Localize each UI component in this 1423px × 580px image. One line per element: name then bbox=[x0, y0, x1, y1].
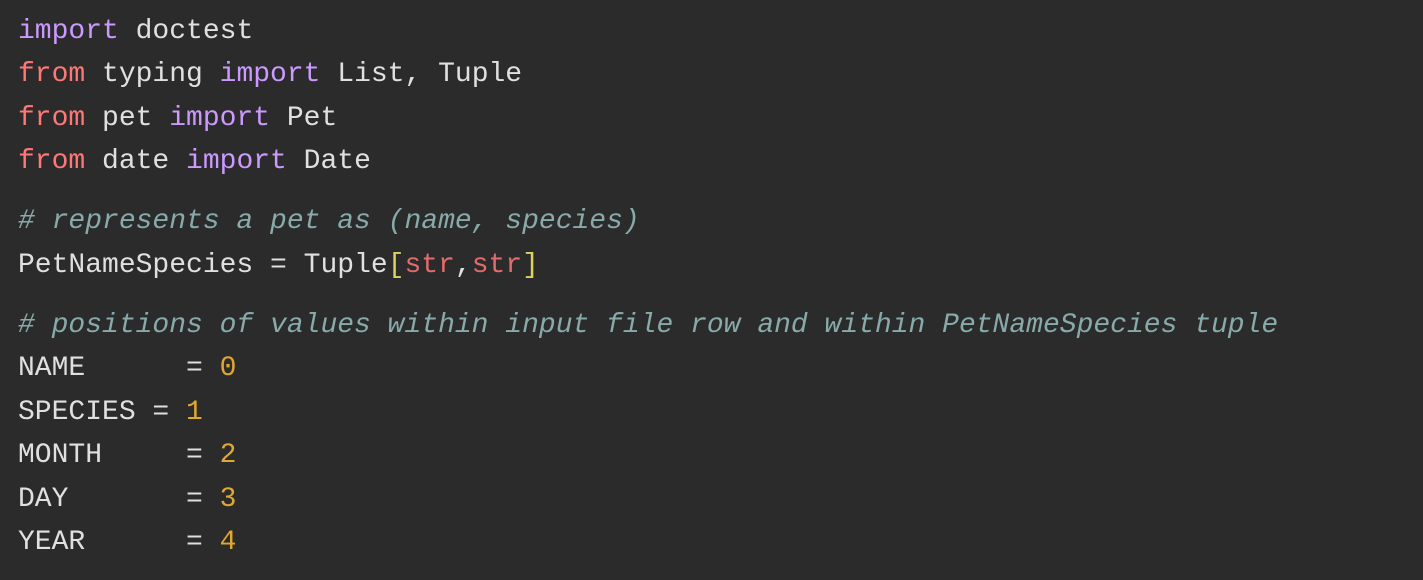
code-token: NAME bbox=[18, 353, 152, 384]
code-token: import bbox=[220, 59, 321, 90]
code-token: date bbox=[85, 146, 186, 177]
code-token: Date bbox=[287, 146, 371, 177]
code-token: import bbox=[169, 103, 270, 134]
code-token: typing bbox=[85, 59, 219, 90]
code-line bbox=[18, 287, 1405, 304]
code-line: NAME = 0 bbox=[18, 347, 1405, 390]
code-token: 4 bbox=[220, 527, 237, 558]
code-line: SPECIES = 1 bbox=[18, 391, 1405, 434]
code-editor: import doctestfrom typing import List, T… bbox=[18, 10, 1405, 564]
code-line: DAY = 3 bbox=[18, 478, 1405, 521]
code-token: 0 bbox=[220, 353, 237, 384]
code-token: 1 bbox=[186, 397, 203, 428]
code-token: from bbox=[18, 59, 85, 90]
code-token: import bbox=[18, 16, 119, 47]
code-token: YEAR bbox=[18, 527, 152, 558]
code-token: from bbox=[18, 103, 85, 134]
code-token: pet bbox=[85, 103, 169, 134]
code-token: Tuple bbox=[304, 250, 388, 281]
code-token: doctest bbox=[119, 16, 253, 47]
code-token: Pet bbox=[270, 103, 337, 134]
code-line: PetNameSpecies = Tuple[str,str] bbox=[18, 244, 1405, 287]
code-token: import bbox=[186, 146, 287, 177]
code-token: MONTH bbox=[18, 440, 152, 471]
code-token: # positions of values within input file … bbox=[18, 310, 1278, 341]
code-token: 2 bbox=[220, 440, 237, 471]
code-line: from date import Date bbox=[18, 140, 1405, 183]
code-token: str bbox=[472, 250, 522, 281]
code-token: PetNameSpecies bbox=[18, 250, 253, 281]
code-token: = bbox=[152, 353, 219, 384]
code-line bbox=[18, 184, 1405, 201]
code-line: from typing import List, Tuple bbox=[18, 53, 1405, 96]
code-token: ] bbox=[522, 250, 539, 281]
code-token: = bbox=[152, 484, 219, 515]
code-token: , bbox=[455, 250, 472, 281]
code-token: = bbox=[152, 440, 219, 471]
code-token: [ bbox=[388, 250, 405, 281]
code-token: SPECIES bbox=[18, 397, 152, 428]
code-line: # positions of values within input file … bbox=[18, 304, 1405, 347]
code-token: = bbox=[152, 527, 219, 558]
code-token: List, Tuple bbox=[320, 59, 522, 90]
code-line: YEAR = 4 bbox=[18, 521, 1405, 564]
code-line: import doctest bbox=[18, 10, 1405, 53]
code-line: MONTH = 2 bbox=[18, 434, 1405, 477]
code-token: str bbox=[405, 250, 455, 281]
code-token: 3 bbox=[220, 484, 237, 515]
code-token: # represents a pet as (name, species) bbox=[18, 206, 640, 237]
code-token: = bbox=[152, 397, 186, 428]
code-token: from bbox=[18, 146, 85, 177]
code-line: from pet import Pet bbox=[18, 97, 1405, 140]
code-token: = bbox=[253, 250, 303, 281]
code-token: DAY bbox=[18, 484, 152, 515]
code-line: # represents a pet as (name, species) bbox=[18, 200, 1405, 243]
